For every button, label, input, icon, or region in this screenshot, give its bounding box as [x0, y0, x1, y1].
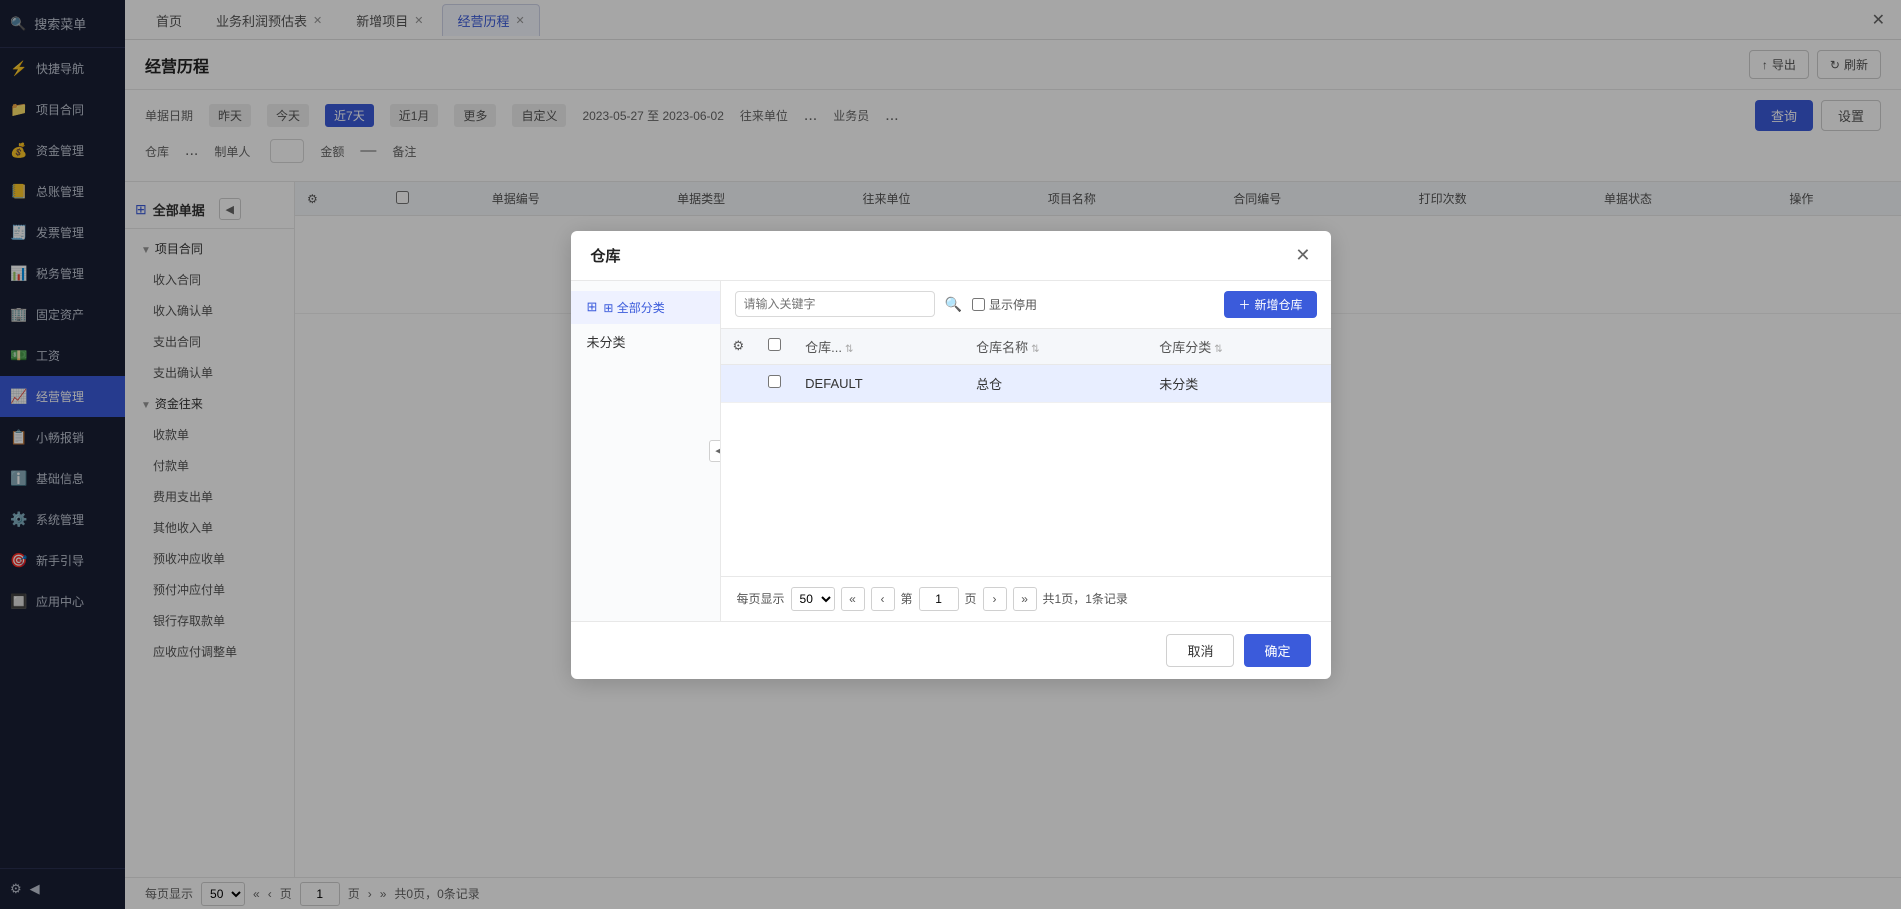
row-settings — [721, 364, 757, 402]
modal-pagination: 每页显示 50 « ‹ 第 页 › » 共1页，1条记录 — [721, 576, 1331, 621]
modal-table-area: ⚙ 仓库...⇅ 仓库名称⇅ — [721, 329, 1331, 576]
row-select-checkbox[interactable] — [768, 375, 781, 388]
row-code: DEFAULT — [793, 364, 964, 402]
modal-add-warehouse-button[interactable]: ＋ 新增仓库 — [1224, 291, 1316, 318]
tree-uncategorized-label: 未分类 — [587, 332, 626, 351]
modal-left-tree: ⊞ ⊞ 全部分类 未分类 ◀ — [571, 281, 721, 621]
modal-first-page-btn[interactable]: « — [841, 587, 865, 611]
tree-all-label: ⊞ 全部分类 — [603, 299, 664, 316]
modal-select-all-checkbox[interactable] — [768, 338, 781, 351]
modal-page-unit: 页 — [965, 590, 977, 607]
modal-page-size-label: 每页显示 — [737, 590, 785, 607]
modal-search-input[interactable] — [735, 291, 935, 317]
modal-title: 仓库 — [591, 245, 621, 266]
modal-toolbar: 🔍 显示停用 ＋ 新增仓库 — [721, 281, 1331, 329]
modal-page-label: 第 — [901, 590, 913, 607]
tree-all-icon: ⊞ — [587, 299, 598, 315]
modal-page-size-select[interactable]: 50 — [791, 587, 835, 611]
modal-overlay[interactable]: 仓库 ✕ ⊞ ⊞ 全部分类 未分类 ◀ — [0, 0, 1901, 909]
modal-last-page-btn[interactable]: » — [1013, 587, 1037, 611]
modal-cancel-button[interactable]: 取消 — [1166, 634, 1234, 667]
modal-warehouse: 仓库 ✕ ⊞ ⊞ 全部分类 未分类 ◀ — [571, 231, 1331, 679]
modal-close-button[interactable]: ✕ — [1295, 246, 1310, 264]
add-warehouse-label: 新增仓库 — [1254, 296, 1302, 313]
plus-icon: ＋ — [1238, 296, 1250, 313]
modal-th-checkbox[interactable] — [756, 329, 793, 365]
row-name: 总仓 — [964, 364, 1147, 402]
modal-search-button[interactable]: 🔍 — [945, 296, 962, 313]
modal-th-name: 仓库名称⇅ — [964, 329, 1147, 365]
modal-tree-all-categories[interactable]: ⊞ ⊞ 全部分类 — [571, 291, 720, 324]
modal-tree-uncategorized[interactable]: 未分类 — [571, 324, 720, 359]
modal-tree-collapse-btn[interactable]: ◀ — [709, 440, 721, 462]
modal-show-disabled-label[interactable]: 显示停用 — [972, 296, 1037, 313]
modal-prev-page-btn[interactable]: ‹ — [871, 587, 895, 611]
modal-th-settings[interactable]: ⚙ — [721, 329, 757, 365]
modal-data-table: ⚙ 仓库...⇅ 仓库名称⇅ — [721, 329, 1331, 403]
modal-page-input[interactable] — [919, 587, 959, 611]
modal-table-row[interactable]: DEFAULT 总仓 未分类 — [721, 364, 1331, 402]
modal-right-content: 🔍 显示停用 ＋ 新增仓库 ⚙ — [721, 281, 1331, 621]
show-disabled-text: 显示停用 — [989, 296, 1037, 313]
modal-header: 仓库 ✕ — [571, 231, 1331, 281]
modal-th-category: 仓库分类⇅ — [1147, 329, 1330, 365]
modal-footer: 取消 确定 — [571, 621, 1331, 679]
modal-body: ⊞ ⊞ 全部分类 未分类 ◀ 🔍 显示停用 — [571, 281, 1331, 621]
modal-next-page-btn[interactable]: › — [983, 587, 1007, 611]
row-category: 未分类 — [1147, 364, 1330, 402]
modal-total-label: 共1页，1条记录 — [1043, 590, 1128, 607]
modal-confirm-button[interactable]: 确定 — [1244, 634, 1310, 667]
row-checkbox[interactable] — [756, 364, 793, 402]
modal-th-code: 仓库...⇅ — [793, 329, 964, 365]
modal-show-disabled-checkbox[interactable] — [972, 298, 985, 311]
